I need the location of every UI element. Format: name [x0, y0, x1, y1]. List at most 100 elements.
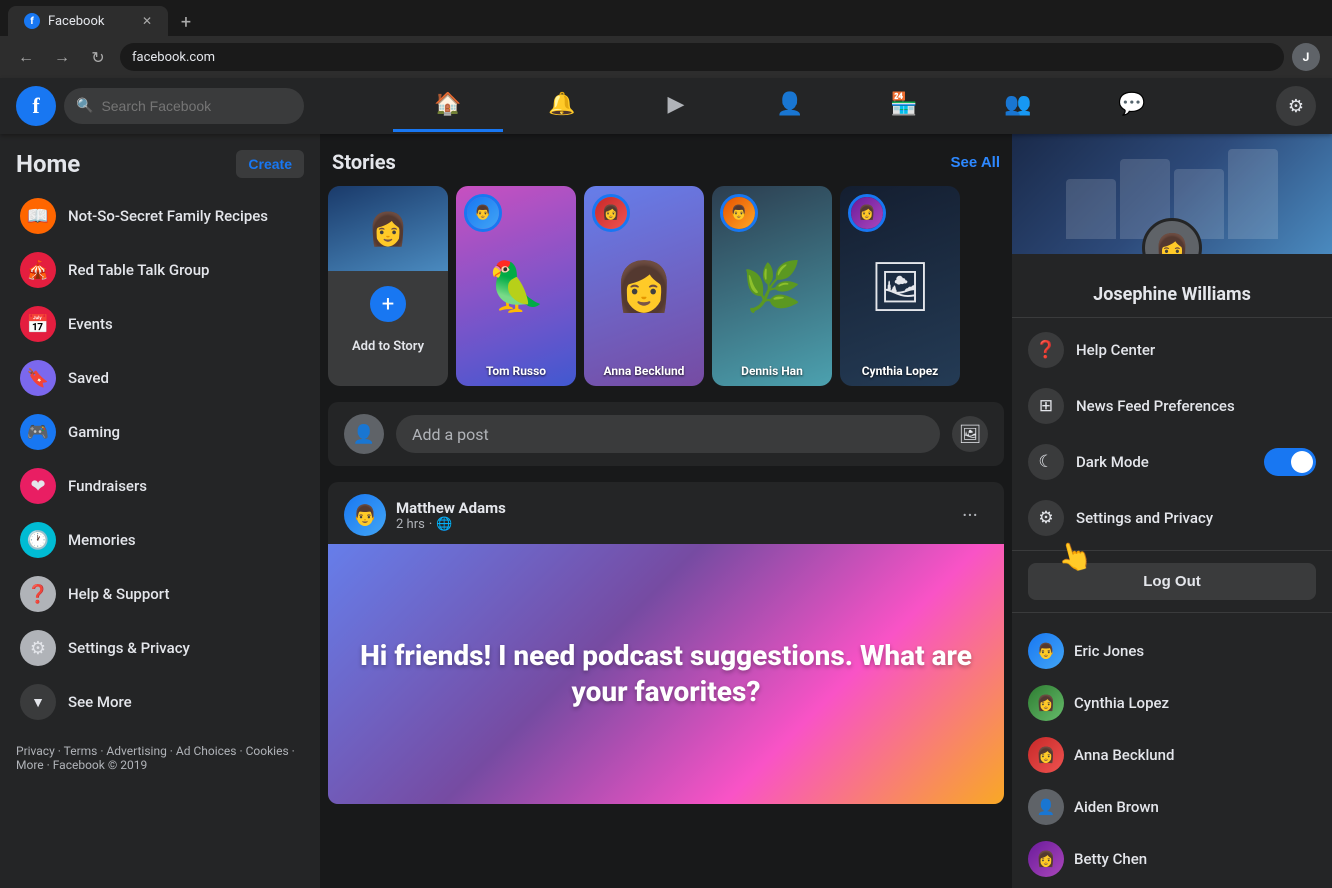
composer-placeholder: Add a post — [412, 425, 489, 444]
browser-toolbar: ← → ↻ facebook.com J — [0, 36, 1332, 78]
browser-chrome: f Facebook ✕ + ← → ↻ facebook.com J — [0, 0, 1332, 78]
friends-icon: 👤 — [776, 92, 803, 117]
main-content: Home Create 📖 Not-So-Secret Family Recip… — [0, 134, 1332, 888]
new-tab-button[interactable]: + — [172, 8, 200, 36]
nav-center: 🏠 🔔 ▶ 👤 🏪 👥 💬 — [393, 80, 1187, 132]
friend-name-eric: Eric Jones — [1074, 642, 1144, 660]
post-image: Hi friends! I need podcast suggestions. … — [328, 544, 1004, 804]
sidebar-item-red-table[interactable]: 🎪 Red Table Talk Group — [8, 244, 312, 296]
nav-friends[interactable]: 👤 — [735, 80, 845, 132]
sidebar-settings-icon: ⚙ — [20, 630, 56, 666]
browser-tabs: f Facebook ✕ + — [0, 0, 1332, 36]
story-cynthia-lopez[interactable]: 👩 🖼 Cynthia Lopez — [840, 186, 960, 386]
sidebar-label-red-table: Red Table Talk Group — [68, 261, 209, 279]
facebook-logo[interactable]: f — [16, 86, 56, 126]
sidebar-item-events[interactable]: 📅 Events — [8, 298, 312, 350]
sidebar-item-settings[interactable]: ⚙ Settings & Privacy — [8, 622, 312, 674]
friend-item-cynthia-lopez[interactable]: 👩 Cynthia Lopez — [1012, 677, 1332, 729]
friend-item-anna-becklund[interactable]: 👩 Anna Becklund — [1012, 729, 1332, 781]
story-name-anna: Anna Becklund — [584, 364, 704, 378]
sidebar-item-memories[interactable]: 🕐 Memories — [8, 514, 312, 566]
see-all-button[interactable]: See All — [951, 154, 1000, 171]
story-anna-becklund[interactable]: 👩 👩 Anna Becklund — [584, 186, 704, 386]
friend-avatar-anna: 👩 — [1028, 737, 1064, 773]
privacy-icon: 🌐 — [436, 517, 452, 532]
search-input[interactable] — [101, 98, 292, 114]
menu-item-help-center[interactable]: ❓ Help Center — [1012, 322, 1332, 378]
active-tab[interactable]: f Facebook ✕ — [8, 6, 168, 36]
address-bar[interactable]: facebook.com — [120, 43, 1284, 71]
friend-item-aiden-brown[interactable]: 👤 Aiden Brown — [1012, 781, 1332, 833]
friend-name-anna: Anna Becklund — [1074, 746, 1174, 764]
menu-divider-2 — [1012, 550, 1332, 551]
friend-name-cynthia: Cynthia Lopez — [1074, 694, 1169, 712]
friend-avatar-aiden: 👤 — [1028, 789, 1064, 825]
photo-icon: 🖼 — [959, 424, 982, 445]
nav-right: ⚙ — [1276, 86, 1316, 126]
story-name-tom: Tom Russo — [456, 364, 576, 378]
sidebar-footer: Privacy · Terms · Advertising · Ad Choic… — [8, 728, 312, 780]
notifications-icon: 🔔 — [548, 92, 575, 117]
menu-item-dark-mode[interactable]: ☾ Dark Mode — [1012, 434, 1332, 490]
friend-name-aiden: Aiden Brown — [1074, 798, 1159, 816]
profile-name[interactable]: Josephine Williams — [1012, 284, 1332, 313]
menu-item-settings-privacy[interactable]: ⚙ Settings and Privacy — [1012, 490, 1332, 546]
add-story-card[interactable]: 👩 + Add to Story — [328, 186, 448, 386]
tab-close-button[interactable]: ✕ — [142, 14, 152, 28]
nav-messenger[interactable]: 💬 — [1077, 80, 1187, 132]
story-dennis-han[interactable]: 👨 🌿 Dennis Han — [712, 186, 832, 386]
forward-button[interactable]: → — [48, 43, 76, 71]
post-more-button[interactable]: ··· — [952, 497, 988, 533]
add-photo-button[interactable]: 🖼 — [952, 416, 988, 452]
friend-avatar-eric: 👨 — [1028, 633, 1064, 669]
dark-mode-toggle[interactable] — [1264, 448, 1316, 476]
groups-icon: 👥 — [1004, 92, 1031, 117]
newsfeed-prefs-icon: ⊞ — [1028, 388, 1064, 424]
friends-list: 👨 Eric Jones 👩 Cynthia Lopez 👩 Anna Beck… — [1012, 617, 1332, 888]
refresh-button[interactable]: ↻ — [84, 43, 112, 71]
friend-avatar-cynthia: 👩 — [1028, 685, 1064, 721]
sidebar-item-family-recipes[interactable]: 📖 Not-So-Secret Family Recipes — [8, 190, 312, 242]
marketplace-icon: 🏪 — [890, 92, 917, 117]
nav-marketplace[interactable]: 🏪 — [849, 80, 959, 132]
facebook-app: f 🔍 🏠 🔔 ▶ 👤 🏪 👥 💬 — [0, 78, 1332, 888]
story-avatar-dennis: 👨 — [720, 194, 758, 232]
story-avatar-anna: 👩 — [592, 194, 630, 232]
sidebar-item-saved[interactable]: 🔖 Saved — [8, 352, 312, 404]
post-composer: 👤 Add a post 🖼 — [328, 402, 1004, 466]
search-bar[interactable]: 🔍 — [64, 88, 304, 124]
family-recipes-icon: 📖 — [20, 198, 56, 234]
sidebar-item-help[interactable]: ❓ Help & Support — [8, 568, 312, 620]
toggle-knob — [1291, 451, 1313, 473]
fundraisers-icon: ❤ — [20, 468, 56, 504]
browser-profile-button[interactable]: J — [1292, 43, 1320, 71]
story-tom-russo[interactable]: 👨 🦜 Tom Russo — [456, 186, 576, 386]
sidebar-item-fundraisers[interactable]: ❤ Fundraisers — [8, 460, 312, 512]
logout-button[interactable]: Log Out — [1028, 563, 1316, 600]
back-button[interactable]: ← — [12, 43, 40, 71]
stories-title: Stories — [332, 150, 396, 174]
post-author-avatar: 👨 — [344, 494, 386, 536]
sidebar-item-gaming[interactable]: 🎮 Gaming — [8, 406, 312, 458]
sidebar-label-fundraisers: Fundraisers — [68, 477, 147, 495]
friend-avatar-betty: 👩 — [1028, 841, 1064, 877]
nav-watch[interactable]: ▶ — [621, 80, 731, 132]
settings-button[interactable]: ⚙ — [1276, 86, 1316, 126]
top-navigation: f 🔍 🏠 🔔 ▶ 👤 🏪 👥 💬 — [0, 78, 1332, 134]
sidebar-label-settings: Settings & Privacy — [68, 639, 190, 657]
post-card: 👨 Matthew Adams 2 hrs · 🌐 ··· Hi friends… — [328, 482, 1004, 804]
nav-home[interactable]: 🏠 — [393, 80, 503, 132]
right-sidebar-menu: 👩 Josephine Williams ❓ Help Center ⊞ New… — [1012, 134, 1332, 888]
post-meta: Matthew Adams 2 hrs · 🌐 — [396, 499, 942, 532]
composer-input[interactable]: Add a post — [396, 415, 940, 453]
create-button[interactable]: Create — [236, 150, 304, 178]
nav-groups[interactable]: 👥 — [963, 80, 1073, 132]
sidebar-item-see-more[interactable]: ▼ See More — [8, 676, 312, 728]
post-time: 2 hrs · 🌐 — [396, 517, 942, 532]
nav-notifications[interactable]: 🔔 — [507, 80, 617, 132]
menu-item-newsfeed-prefs[interactable]: ⊞ News Feed Preferences — [1012, 378, 1332, 434]
help-center-label: Help Center — [1076, 341, 1155, 359]
friend-item-eric-jones[interactable]: 👨 Eric Jones — [1012, 625, 1332, 677]
friend-item-betty-chen[interactable]: 👩 Betty Chen — [1012, 833, 1332, 885]
friend-name-betty: Betty Chen — [1074, 850, 1147, 868]
